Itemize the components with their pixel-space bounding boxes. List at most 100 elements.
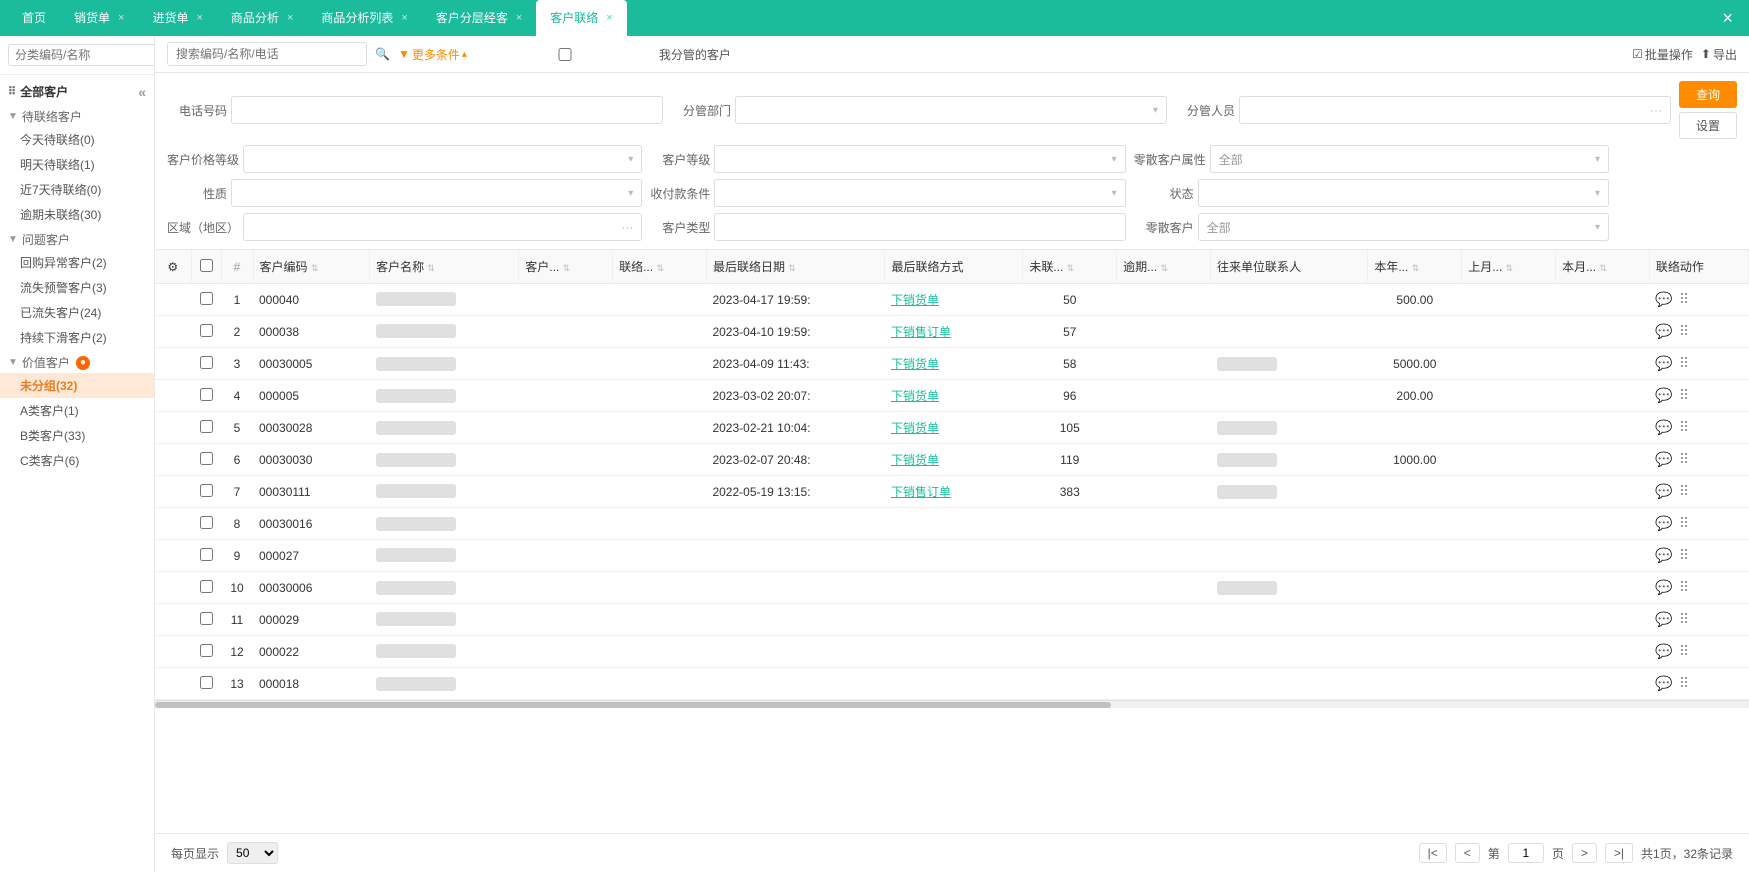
chat-icon[interactable]: 💬 — [1655, 419, 1672, 436]
row-checkbox-cell[interactable] — [191, 668, 221, 700]
row-checkbox-cell[interactable] — [191, 444, 221, 476]
row-checkbox[interactable] — [200, 516, 213, 529]
search-input[interactable] — [167, 42, 367, 66]
contact-method-link[interactable]: 下销货单 — [891, 453, 939, 467]
tab-customer-contact[interactable]: 客户联络 × — [536, 0, 626, 36]
contact-method-link[interactable]: 下销货单 — [891, 389, 939, 403]
retail-customer-input[interactable]: 全部 ▾ — [1198, 213, 1609, 241]
chat-icon[interactable]: 💬 — [1655, 611, 1672, 628]
sidebar-item-class-c[interactable]: C类客户(6) — [0, 448, 154, 473]
search-icon[interactable]: 🔍 — [375, 47, 390, 61]
sidebar-item-ungroup[interactable]: 未分组(32) — [0, 373, 154, 398]
row-checkbox[interactable] — [200, 420, 213, 433]
chat-icon[interactable]: 💬 — [1655, 291, 1672, 308]
price-level-input[interactable]: ▾ — [243, 145, 642, 173]
contact-method-link[interactable]: 下销货单 — [891, 421, 939, 435]
chat-icon[interactable]: 💬 — [1655, 323, 1672, 340]
phone-input[interactable] — [231, 96, 663, 124]
gear-column-header[interactable]: ⚙ — [155, 250, 191, 284]
sidebar-item-abnormal[interactable]: 回购异常客户(2) — [0, 250, 154, 275]
export-btn[interactable]: ⬆ 导出 — [1701, 46, 1737, 63]
row-checkbox[interactable] — [200, 484, 213, 497]
more-actions-icon[interactable]: ⠿ — [1679, 323, 1689, 340]
sidebar-item-churn-warning[interactable]: 流失预警客户(3) — [0, 275, 154, 300]
pending-group-label[interactable]: ▼ 待联络客户 — [0, 104, 154, 127]
more-actions-icon[interactable]: ⠿ — [1679, 675, 1689, 692]
value-group-label[interactable]: ▼ 价值客户 ● — [0, 350, 154, 373]
row-checkbox-cell[interactable] — [191, 284, 221, 316]
reset-button[interactable]: 设置 — [1679, 112, 1737, 139]
row-last-contact-method-cell[interactable] — [885, 668, 1023, 700]
status-input[interactable]: ▾ — [1198, 179, 1609, 207]
tab-sales[interactable]: 销货单 × — [60, 0, 138, 36]
more-actions-icon[interactable]: ⠿ — [1679, 547, 1689, 564]
more-actions-icon[interactable]: ⠿ — [1679, 419, 1689, 436]
dept-input[interactable]: ▾ — [735, 96, 1167, 124]
row-checkbox-cell[interactable] — [191, 316, 221, 348]
chat-icon[interactable]: 💬 — [1655, 547, 1672, 564]
more-actions-icon[interactable]: ⠿ — [1679, 579, 1689, 596]
my-customers-checkbox-label[interactable]: 我分管的客户 — [475, 46, 731, 63]
my-customers-checkbox[interactable] — [475, 48, 655, 61]
this-month-column-header[interactable]: 本月... ⇅ — [1556, 250, 1650, 284]
chat-icon[interactable]: 💬 — [1655, 483, 1672, 500]
more-actions-icon[interactable]: ⠿ — [1679, 483, 1689, 500]
sidebar-item-7day-pending[interactable]: 近7天待联络(0) — [0, 177, 154, 202]
row-checkbox-cell[interactable] — [191, 604, 221, 636]
last-contact-method-column-header[interactable]: 最后联络方式 — [885, 250, 1023, 284]
first-page-button[interactable]: |< — [1419, 843, 1447, 863]
retail-attr-input[interactable]: 全部 ▾ — [1210, 145, 1609, 173]
sidebar-item-declining[interactable]: 持续下滑客户(2) — [0, 325, 154, 350]
chat-icon[interactable]: 💬 — [1655, 355, 1672, 372]
row-last-contact-method-cell[interactable]: 下销货单 — [885, 380, 1023, 412]
close-product-analysis-list-tab[interactable]: × — [401, 0, 407, 36]
chat-icon[interactable]: 💬 — [1655, 387, 1672, 404]
row-checkbox-cell[interactable] — [191, 412, 221, 444]
sidebar-item-overdue-pending[interactable]: 逾期未联络(30) — [0, 202, 154, 227]
row-checkbox[interactable] — [200, 644, 213, 657]
more-actions-icon[interactable]: ⠿ — [1679, 611, 1689, 628]
close-sales-tab[interactable]: × — [118, 0, 124, 36]
last-month-column-header[interactable]: 上月... ⇅ — [1462, 250, 1556, 284]
row-checkbox[interactable] — [200, 452, 213, 465]
more-actions-icon[interactable]: ⠿ — [1679, 451, 1689, 468]
row-last-contact-method-cell[interactable]: 下销货单 — [885, 348, 1023, 380]
row-last-contact-method-cell[interactable] — [885, 636, 1023, 668]
sidebar-item-class-b[interactable]: B类客户(33) — [0, 423, 154, 448]
region-input[interactable]: ··· — [243, 213, 642, 241]
tab-product-analysis[interactable]: 商品分析 × — [217, 0, 307, 36]
row-checkbox[interactable] — [200, 356, 213, 369]
contact-method-link[interactable]: 下销货单 — [891, 357, 939, 371]
sidebar-item-tomorrow-pending[interactable]: 明天待联络(1) — [0, 152, 154, 177]
page-number-input[interactable] — [1508, 843, 1544, 863]
row-checkbox-cell[interactable] — [191, 380, 221, 412]
no-contact-column-header[interactable]: 未联... ⇅ — [1023, 250, 1117, 284]
row-last-contact-method-cell[interactable] — [885, 540, 1023, 572]
nature-input[interactable]: ▾ — [231, 179, 642, 207]
more-conditions-btn[interactable]: ▼ 更多条件 ▴ — [398, 46, 467, 63]
more-actions-icon[interactable]: ⠿ — [1679, 515, 1689, 532]
window-close-button[interactable]: × — [1714, 8, 1741, 29]
next-page-button[interactable]: > — [1572, 843, 1597, 863]
sidebar-item-today-pending[interactable]: 今天待联络(0) — [0, 127, 154, 152]
horizontal-scrollbar[interactable] — [155, 700, 1749, 708]
code-column-header[interactable]: 客户编码 ⇅ — [253, 250, 370, 284]
row-last-contact-method-cell[interactable]: 下销货单 — [885, 412, 1023, 444]
category-column-header[interactable]: 客户... ⇅ — [519, 250, 613, 284]
manager-input[interactable]: ··· — [1239, 96, 1671, 124]
row-checkbox[interactable] — [200, 676, 213, 689]
tab-customer-segment[interactable]: 客户分层经客 × — [422, 0, 536, 36]
more-actions-icon[interactable]: ⠿ — [1679, 387, 1689, 404]
sidebar-item-lost[interactable]: 已流失客户(24) — [0, 300, 154, 325]
more-actions-icon[interactable]: ⠿ — [1679, 355, 1689, 372]
close-product-analysis-tab[interactable]: × — [287, 0, 293, 36]
row-last-contact-method-cell[interactable]: 下销货单 — [885, 444, 1023, 476]
name-column-header[interactable]: 客户名称 ⇅ — [370, 250, 519, 284]
more-actions-icon[interactable]: ⠿ — [1679, 643, 1689, 660]
tab-home[interactable]: 首页 — [8, 0, 60, 36]
payment-input[interactable]: ▾ — [714, 179, 1125, 207]
tab-purchase[interactable]: 进货单 × — [138, 0, 216, 36]
row-checkbox[interactable] — [200, 388, 213, 401]
this-year-column-header[interactable]: 本年... ⇅ — [1368, 250, 1462, 284]
overdue-column-header[interactable]: 逾期... ⇅ — [1117, 250, 1211, 284]
